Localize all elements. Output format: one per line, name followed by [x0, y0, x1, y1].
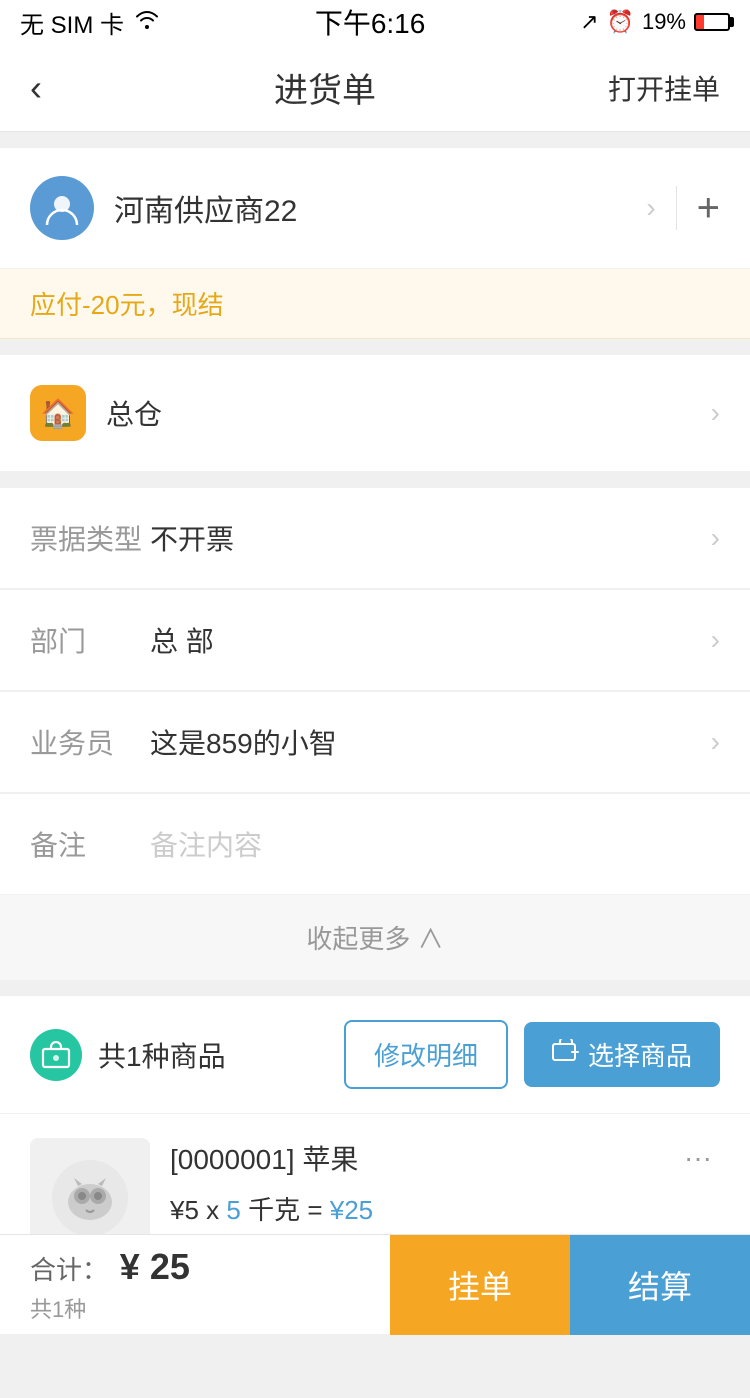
status-carrier: 无 SIM 卡 [20, 5, 160, 40]
unit-value: 千克 [248, 1195, 300, 1225]
product-title-name: 苹果 [302, 1144, 358, 1175]
page-title: 进货单 [274, 63, 376, 112]
supplier-divider [676, 186, 677, 230]
price-x: x [206, 1195, 226, 1225]
salesperson-row[interactable]: 业务员 这是859的小智 › [0, 692, 750, 793]
bottom-bar: 合计： ¥ 25 共1种 挂单 结算 [0, 1234, 750, 1334]
alarm-icon: ⏰ [607, 9, 634, 35]
status-time: 下午6:16 [315, 2, 426, 42]
checkout-button[interactable]: 结算 [570, 1235, 750, 1335]
price-value: ¥5 [170, 1195, 199, 1225]
warehouse-icon: 🏠 [30, 385, 86, 441]
select-product-icon [552, 1039, 580, 1070]
quantity-value: 5 [226, 1195, 240, 1225]
invoice-chevron: › [711, 522, 720, 554]
department-chevron: › [711, 624, 720, 656]
location-icon: ↗ [580, 9, 598, 35]
salesperson-chevron: › [711, 726, 720, 758]
notice-bar: 应付-20元，现结 [0, 269, 750, 339]
total-row: 合计： ¥ 25 [30, 1246, 360, 1288]
warehouse-icon-label: 🏠 [41, 397, 76, 430]
add-button[interactable]: + [697, 186, 720, 231]
product-icon [30, 1029, 82, 1081]
select-product-label: 选择商品 [588, 1036, 692, 1073]
wifi-icon [134, 8, 160, 36]
invoice-value: 不开票 [150, 518, 711, 558]
department-value: 总 部 [150, 620, 711, 660]
product-name: [0000001] 苹果 [170, 1138, 676, 1178]
total-value: ¥25 [330, 1195, 373, 1225]
more-button[interactable]: ··· [676, 1138, 720, 1178]
collapse-button[interactable]: 收起更多 ∧ [0, 895, 750, 980]
status-icons: ↗ ⏰ 19% [580, 9, 730, 35]
form-section: 票据类型 不开票 › 部门 总 部 › 业务员 这是859的小智 › 备注 备注… [0, 488, 750, 895]
checkout-label: 结算 [628, 1269, 692, 1305]
department-row[interactable]: 部门 总 部 › [0, 590, 750, 691]
main-content: 河南供应商22 › + 应付-20元，现结 🏠 总仓 › 票据类型 不开票 › … [0, 148, 750, 1398]
open-hang-button[interactable]: 打开挂单 [608, 68, 720, 108]
supplier-row[interactable]: 河南供应商22 › + [0, 148, 750, 269]
salesperson-label: 业务员 [30, 722, 150, 762]
department-label: 部门 [30, 620, 150, 660]
hang-button[interactable]: 挂单 [390, 1235, 570, 1335]
product-info: [0000001] 苹果 ¥5 x 5 千克 = ¥25 [170, 1138, 676, 1227]
product-count: 共1种商品 [98, 1035, 344, 1075]
battery-icon [694, 13, 730, 31]
back-button[interactable]: ‹ [30, 67, 42, 109]
hang-label: 挂单 [448, 1269, 512, 1305]
product-id: [0000001] [170, 1144, 295, 1175]
warehouse-chevron: › [711, 397, 720, 429]
notice-text: 应付-20元，现结 [30, 290, 224, 320]
invoice-label: 票据类型 [30, 518, 150, 558]
remark-label: 备注 [30, 824, 150, 864]
nav-bar: ‹ 进货单 打开挂单 [0, 44, 750, 132]
total-label: 合计： [30, 1255, 108, 1285]
carrier-text: 无 SIM 卡 [20, 5, 124, 40]
total-amount: ¥ 25 [120, 1246, 190, 1287]
price-eq: = [307, 1195, 329, 1225]
select-product-button[interactable]: 选择商品 [524, 1022, 720, 1087]
product-price: ¥5 x 5 千克 = ¥25 [170, 1190, 676, 1227]
total-count: 共1种 [30, 1292, 360, 1324]
supplier-section: 河南供应商22 › + 应付-20元，现结 [0, 148, 750, 339]
warehouse-row[interactable]: 🏠 总仓 › [0, 355, 750, 472]
salesperson-value: 这是859的小智 [150, 722, 711, 762]
collapse-label: 收起更多 ∧ [306, 924, 443, 954]
warehouse-section: 🏠 总仓 › [0, 355, 750, 472]
bottom-total: 合计： ¥ 25 共1种 [0, 1246, 390, 1324]
supplier-chevron: › [646, 192, 655, 224]
edit-detail-button[interactable]: 修改明细 [344, 1020, 508, 1089]
edit-detail-label: 修改明细 [374, 1041, 478, 1071]
battery-percent: 19% [642, 9, 686, 35]
remark-row[interactable]: 备注 备注内容 [0, 794, 750, 895]
supplier-avatar [30, 176, 94, 240]
supplier-name: 河南供应商22 [114, 186, 646, 230]
product-header: 共1种商品 修改明细 选择商品 [0, 996, 750, 1114]
warehouse-name: 总仓 [106, 393, 711, 433]
status-bar: 无 SIM 卡 下午6:16 ↗ ⏰ 19% [0, 0, 750, 44]
invoice-row[interactable]: 票据类型 不开票 › [0, 488, 750, 589]
remark-input[interactable]: 备注内容 [150, 824, 720, 864]
